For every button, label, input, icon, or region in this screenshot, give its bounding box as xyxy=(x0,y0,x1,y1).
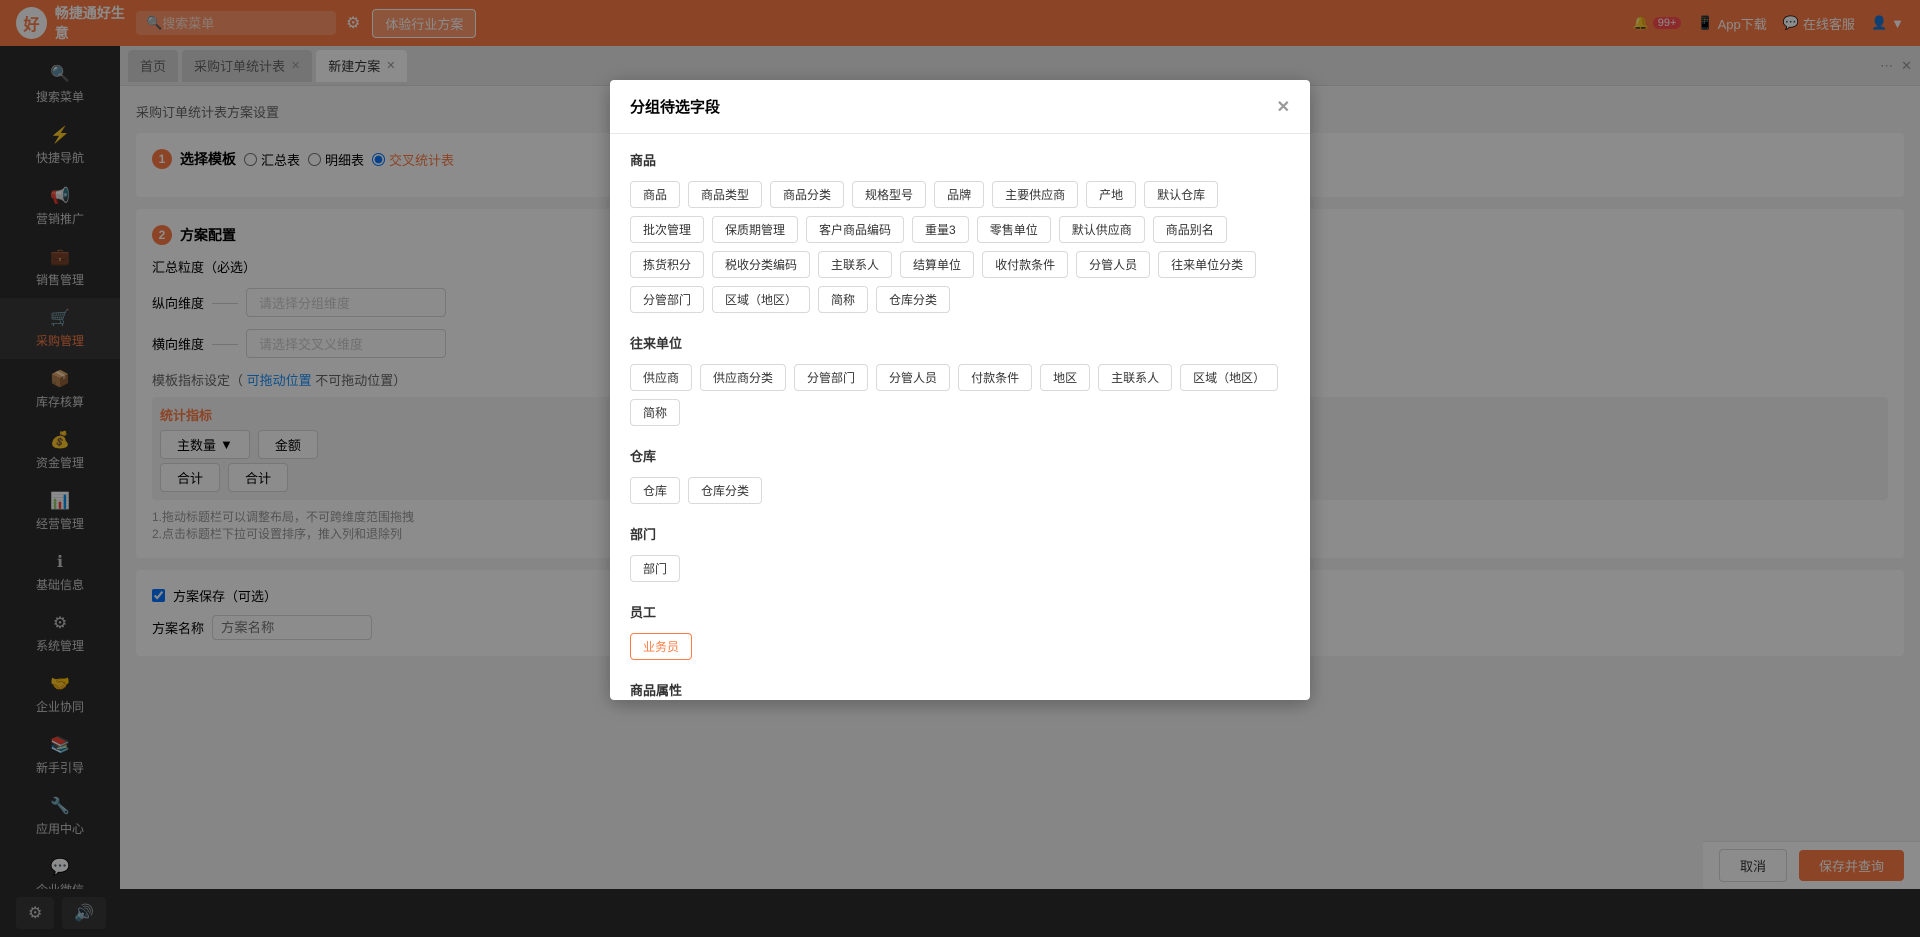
field-default-warehouse[interactable]: 默认仓库 xyxy=(1144,181,1218,208)
field-retail-unit[interactable]: 零售单位 xyxy=(977,216,1051,243)
field-settlement-unit[interactable]: 结算单位 xyxy=(900,251,974,278)
modal-dialog: 分组待选字段 ✕ 商品 商品 商品类型 商品分类 规格型号 品牌 主要供应商 产… xyxy=(610,80,1310,700)
field-partner-category[interactable]: 往来单位分类 xyxy=(1158,251,1256,278)
field-product-type[interactable]: 商品类型 xyxy=(688,181,762,208)
field-salesperson[interactable]: 业务员 xyxy=(630,633,692,660)
modal-overlay: 分组待选字段 ✕ 商品 商品 商品类型 商品分类 规格型号 品牌 主要供应商 产… xyxy=(0,0,1920,937)
field-customer-code[interactable]: 客户商品编码 xyxy=(806,216,904,243)
field-product-alias[interactable]: 商品别名 xyxy=(1153,216,1227,243)
field-warehouse[interactable]: 仓库 xyxy=(630,477,680,504)
field-payment-condition[interactable]: 付款条件 xyxy=(958,364,1032,391)
field-partner-dept[interactable]: 分管部门 xyxy=(794,364,868,391)
field-origin[interactable]: 产地 xyxy=(1086,181,1136,208)
field-main-contact[interactable]: 主联系人 xyxy=(818,251,892,278)
field-pick-score[interactable]: 拣货积分 xyxy=(630,251,704,278)
field-warehouse-category[interactable]: 仓库分类 xyxy=(876,286,950,313)
field-region[interactable]: 区域（地区） xyxy=(712,286,810,313)
section-department-title: 部门 xyxy=(630,524,1290,543)
field-area[interactable]: 地区 xyxy=(1040,364,1090,391)
modal-title: 分组待选字段 xyxy=(630,96,720,117)
section-product-attr-title: 商品属性 xyxy=(630,680,1290,699)
field-main-supplier[interactable]: 主要供应商 xyxy=(992,181,1078,208)
warehouse-fields: 仓库 仓库分类 xyxy=(630,477,1290,504)
field-partner-region[interactable]: 区域（地区） xyxy=(1180,364,1278,391)
field-payment-terms[interactable]: 收付款条件 xyxy=(982,251,1068,278)
field-short-name[interactable]: 简称 xyxy=(818,286,868,313)
section-partner-title: 往来单位 xyxy=(630,333,1290,352)
field-product[interactable]: 商品 xyxy=(630,181,680,208)
section-employee: 员工 业务员 xyxy=(630,602,1290,660)
section-employee-title: 员工 xyxy=(630,602,1290,621)
modal-body: 商品 商品 商品类型 商品分类 规格型号 品牌 主要供应商 产地 默认仓库 批次… xyxy=(610,134,1310,700)
field-product-category[interactable]: 商品分类 xyxy=(770,181,844,208)
field-weight3[interactable]: 重量3 xyxy=(912,216,969,243)
field-batch-mgmt[interactable]: 批次管理 xyxy=(630,216,704,243)
employee-fields: 业务员 xyxy=(630,633,1290,660)
section-department: 部门 部门 xyxy=(630,524,1290,582)
field-warehouse-cat[interactable]: 仓库分类 xyxy=(688,477,762,504)
section-product-attr: 商品属性 属性 颜色 多规格 尺码 鞋码 1 xyxy=(630,680,1290,700)
section-warehouse-title: 仓库 xyxy=(630,446,1290,465)
field-tax-code[interactable]: 税收分类编码 xyxy=(712,251,810,278)
field-shelf-life[interactable]: 保质期管理 xyxy=(712,216,798,243)
field-partner-contact[interactable]: 主联系人 xyxy=(1098,364,1172,391)
modal-header: 分组待选字段 ✕ xyxy=(610,80,1310,134)
modal-close-button[interactable]: ✕ xyxy=(1277,97,1290,117)
field-supplier-category[interactable]: 供应商分类 xyxy=(700,364,786,391)
section-partner: 往来单位 供应商 供应商分类 分管部门 分管人员 付款条件 地区 主联系人 区域… xyxy=(630,333,1290,426)
field-dept[interactable]: 分管部门 xyxy=(630,286,704,313)
partner-fields: 供应商 供应商分类 分管部门 分管人员 付款条件 地区 主联系人 区域（地区） … xyxy=(630,364,1290,426)
field-supplier[interactable]: 供应商 xyxy=(630,364,692,391)
section-product: 商品 商品 商品类型 商品分类 规格型号 品牌 主要供应商 产地 默认仓库 批次… xyxy=(630,150,1290,313)
section-product-title: 商品 xyxy=(630,150,1290,169)
field-default-supplier[interactable]: 默认供应商 xyxy=(1059,216,1145,243)
field-spec-model[interactable]: 规格型号 xyxy=(852,181,926,208)
field-supervisor[interactable]: 分管人员 xyxy=(1076,251,1150,278)
field-partner-short-name[interactable]: 简称 xyxy=(630,399,680,426)
field-brand[interactable]: 品牌 xyxy=(934,181,984,208)
field-partner-supervisor[interactable]: 分管人员 xyxy=(876,364,950,391)
field-department[interactable]: 部门 xyxy=(630,555,680,582)
department-fields: 部门 xyxy=(630,555,1290,582)
product-fields: 商品 商品类型 商品分类 规格型号 品牌 主要供应商 产地 默认仓库 批次管理 … xyxy=(630,181,1290,313)
section-warehouse: 仓库 仓库 仓库分类 xyxy=(630,446,1290,504)
